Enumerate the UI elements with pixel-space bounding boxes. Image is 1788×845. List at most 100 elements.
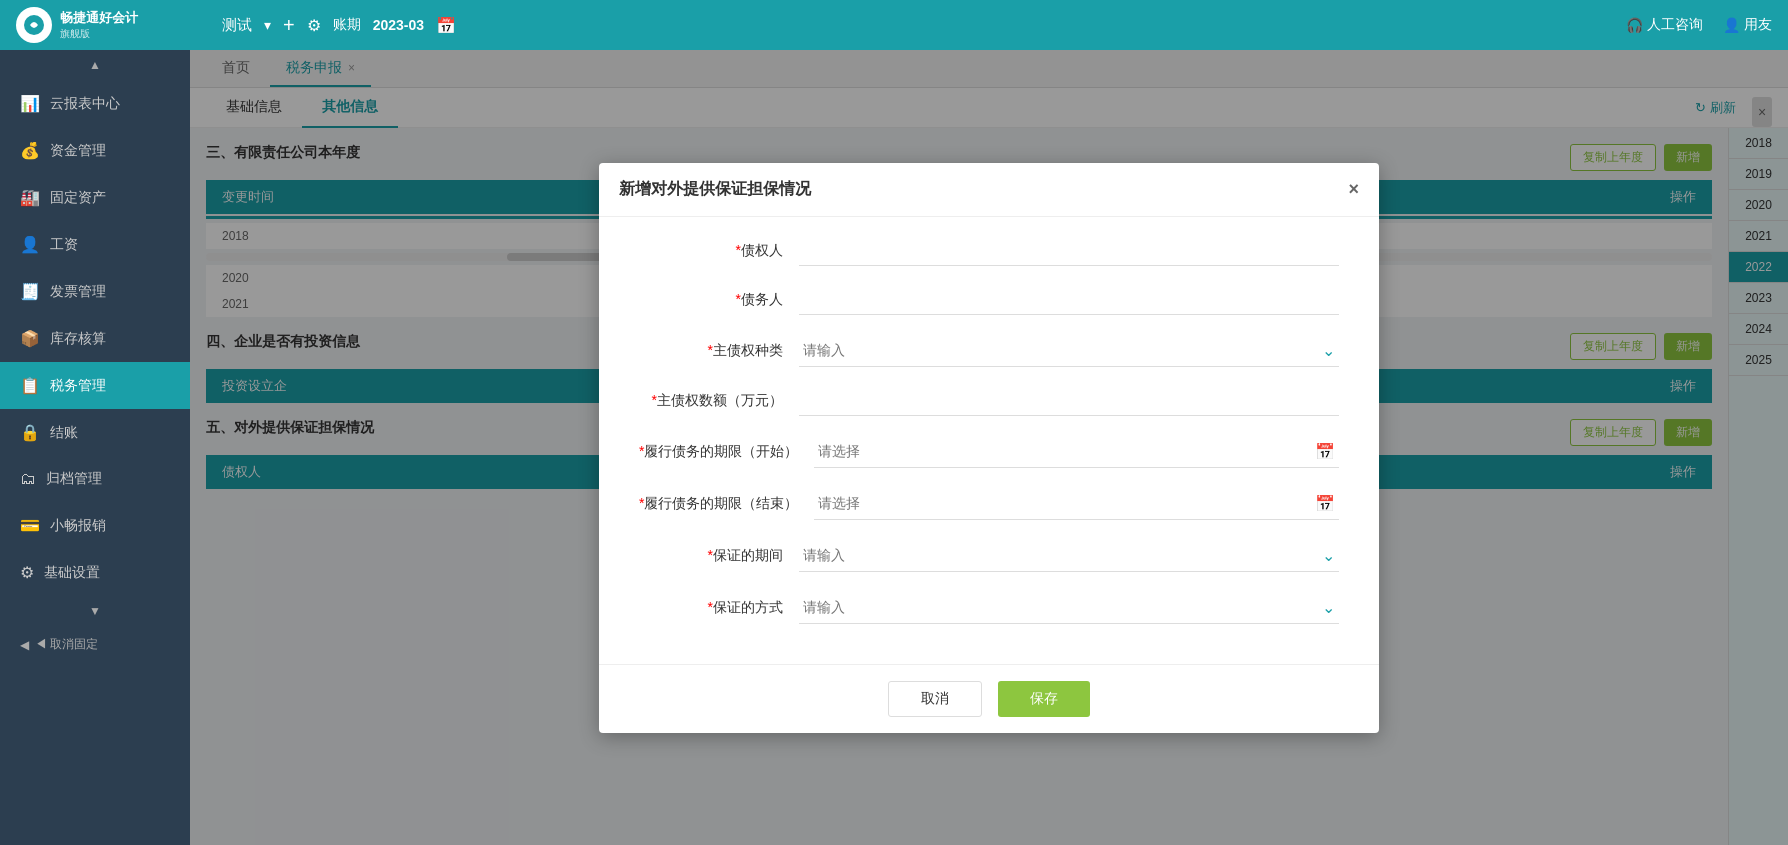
sidebar-item-tax[interactable]: 📋 税务管理	[0, 362, 190, 409]
debt-end-label: *履行债务的期限（结束）	[639, 495, 814, 513]
header-right: 🎧 人工咨询 👤 用友	[1626, 16, 1772, 34]
creditor-input[interactable]	[799, 237, 1339, 266]
required-mark-period: *	[708, 547, 713, 563]
logo-text: 畅捷通好会计	[60, 9, 138, 27]
sidebar-item-label: 库存核算	[50, 330, 106, 348]
modal-close-button[interactable]: ×	[1348, 179, 1359, 200]
debt-start-date-input[interactable]	[818, 443, 1315, 459]
sidebar-item-label: 结账	[50, 424, 78, 442]
debt-type-input[interactable]	[803, 342, 1322, 358]
sidebar-item-archive[interactable]: 🗂 归档管理	[0, 456, 190, 502]
sidebar-item-label: 工资	[50, 236, 78, 254]
sidebar-item-label: 小畅报销	[50, 517, 106, 535]
modal-footer: 取消 保存	[599, 664, 1379, 733]
guarantee-period-select-wrapper[interactable]: ⌄	[799, 540, 1339, 572]
sidebar-item-closing[interactable]: 🔒 结账	[0, 409, 190, 456]
fund-icon: 💰	[20, 141, 40, 160]
sidebar-item-inventory[interactable]: 📦 库存核算	[0, 315, 190, 362]
user-icon: 👤	[1723, 17, 1740, 33]
form-row-debt-end: *履行债务的期限（结束） 📅	[639, 488, 1339, 520]
guarantee-period-label: *保证的期间	[639, 547, 799, 565]
debt-amount-input[interactable]	[799, 387, 1339, 416]
form-row-guarantee-period: *保证的期间 ⌄	[639, 540, 1339, 572]
guarantee-method-label: *保证的方式	[639, 599, 799, 617]
modal-body: *债权人 *债务人 *主债权种类	[599, 217, 1379, 664]
modal-overlay: 新增对外提供保证担保情况 × *债权人 *债务人	[190, 50, 1788, 845]
debt-start-date-wrapper[interactable]: 📅	[814, 436, 1339, 468]
settings-icon[interactable]: ⚙	[307, 16, 321, 35]
fixed-asset-icon: 🏭	[20, 188, 40, 207]
debt-type-select-wrapper[interactable]: ⌄	[799, 335, 1339, 367]
tax-icon: 📋	[20, 376, 40, 395]
calendar-icon[interactable]: 📅	[436, 16, 456, 35]
creditor-label: *债权人	[639, 242, 799, 260]
archive-icon: 🗂	[20, 470, 36, 488]
debtor-label: *债务人	[639, 291, 799, 309]
debt-type-chevron-icon: ⌄	[1322, 341, 1335, 360]
closing-icon: 🔒	[20, 423, 40, 442]
main-content: 首页 税务申报 × 基础信息 其他信息 ↻ 刷新 ×	[190, 50, 1788, 845]
sidebar-scroll-up[interactable]: ▲	[0, 50, 190, 80]
chevron-icon[interactable]: ▾	[264, 17, 271, 33]
form-row-guarantee-method: *保证的方式 ⌄	[639, 592, 1339, 624]
support-button[interactable]: 🎧 人工咨询	[1626, 16, 1703, 34]
form-row-creditor: *债权人	[639, 237, 1339, 266]
sidebar-item-label: 云报表中心	[50, 95, 120, 113]
cancel-button[interactable]: 取消	[888, 681, 982, 717]
save-button[interactable]: 保存	[998, 681, 1090, 717]
debtor-input[interactable]	[799, 286, 1339, 315]
form-row-debt-start: *履行债务的期限（开始） 📅	[639, 436, 1339, 468]
user-button[interactable]: 👤 用友	[1723, 16, 1772, 34]
modal-header: 新增对外提供保证担保情况 ×	[599, 163, 1379, 217]
sidebar-item-cloud-report[interactable]: 📊 云报表中心	[0, 80, 190, 127]
account-period-value: 2023-03	[373, 17, 424, 33]
sidebar-item-label: 基础设置	[44, 564, 100, 582]
cloud-report-icon: 📊	[20, 94, 40, 113]
sidebar-item-label: 资金管理	[50, 142, 106, 160]
required-mark-method: *	[708, 599, 713, 615]
add-guarantee-modal: 新增对外提供保证担保情况 × *债权人 *债务人	[599, 163, 1379, 733]
main-layout: ▲ 📊 云报表中心 💰 资金管理 🏭 固定资产 👤 工资 🧾 发票管理 📦 库存…	[0, 50, 1788, 845]
payroll-icon: 👤	[20, 235, 40, 254]
debt-amount-label: *主债权数额（万元）	[639, 392, 799, 410]
sidebar-scroll-down[interactable]: ▼	[0, 596, 190, 626]
guarantee-method-chevron-icon: ⌄	[1322, 598, 1335, 617]
sidebar-item-settings[interactable]: ⚙ 基础设置	[0, 549, 190, 596]
pin-icon: ◀	[20, 638, 29, 652]
user-label: 用友	[1744, 16, 1772, 34]
sidebar-item-fixed-asset[interactable]: 🏭 固定资产	[0, 174, 190, 221]
modal-title: 新增对外提供保证担保情况	[619, 179, 811, 200]
debt-end-date-input[interactable]	[818, 495, 1315, 511]
sidebar-pin-toggle[interactable]: ◀ ◀ 取消固定	[0, 626, 190, 663]
sidebar-item-fund[interactable]: 💰 资金管理	[0, 127, 190, 174]
guarantee-period-input[interactable]	[803, 547, 1322, 563]
sidebar-item-label: 归档管理	[46, 470, 102, 488]
headset-icon: 🎧	[1626, 17, 1643, 33]
expense-icon: 💳	[20, 516, 40, 535]
debt-end-calendar-icon: 📅	[1315, 494, 1335, 513]
required-mark-end: *	[639, 495, 644, 511]
guarantee-period-chevron-icon: ⌄	[1322, 546, 1335, 565]
required-mark-debt-type: *	[708, 342, 713, 358]
sidebar-item-label: 发票管理	[50, 283, 106, 301]
account-period-label: 账期	[333, 16, 361, 34]
guarantee-method-select-wrapper[interactable]: ⌄	[799, 592, 1339, 624]
form-row-debt-amount: *主债权数额（万元）	[639, 387, 1339, 416]
add-icon[interactable]: +	[283, 14, 295, 37]
pin-label: ◀ 取消固定	[35, 636, 98, 653]
required-mark-amount: *	[652, 392, 657, 408]
guarantee-method-input[interactable]	[803, 599, 1322, 615]
form-row-debtor: *债务人	[639, 286, 1339, 315]
logo-icon	[16, 7, 52, 43]
logo-area: 畅捷通好会计 旗舰版	[16, 7, 206, 43]
required-mark-creditor: *	[736, 242, 741, 258]
sidebar-item-expense[interactable]: 💳 小畅报销	[0, 502, 190, 549]
sidebar-item-payroll[interactable]: 👤 工资	[0, 221, 190, 268]
logo-sub: 旗舰版	[60, 27, 138, 41]
debt-type-label: *主债权种类	[639, 342, 799, 360]
sidebar-item-label: 税务管理	[50, 377, 106, 395]
debt-end-date-wrapper[interactable]: 📅	[814, 488, 1339, 520]
header-mid: 测试 ▾ + ⚙ 账期 2023-03 📅	[222, 14, 1610, 37]
sidebar-item-label: 固定资产	[50, 189, 106, 207]
sidebar-item-invoice[interactable]: 🧾 发票管理	[0, 268, 190, 315]
